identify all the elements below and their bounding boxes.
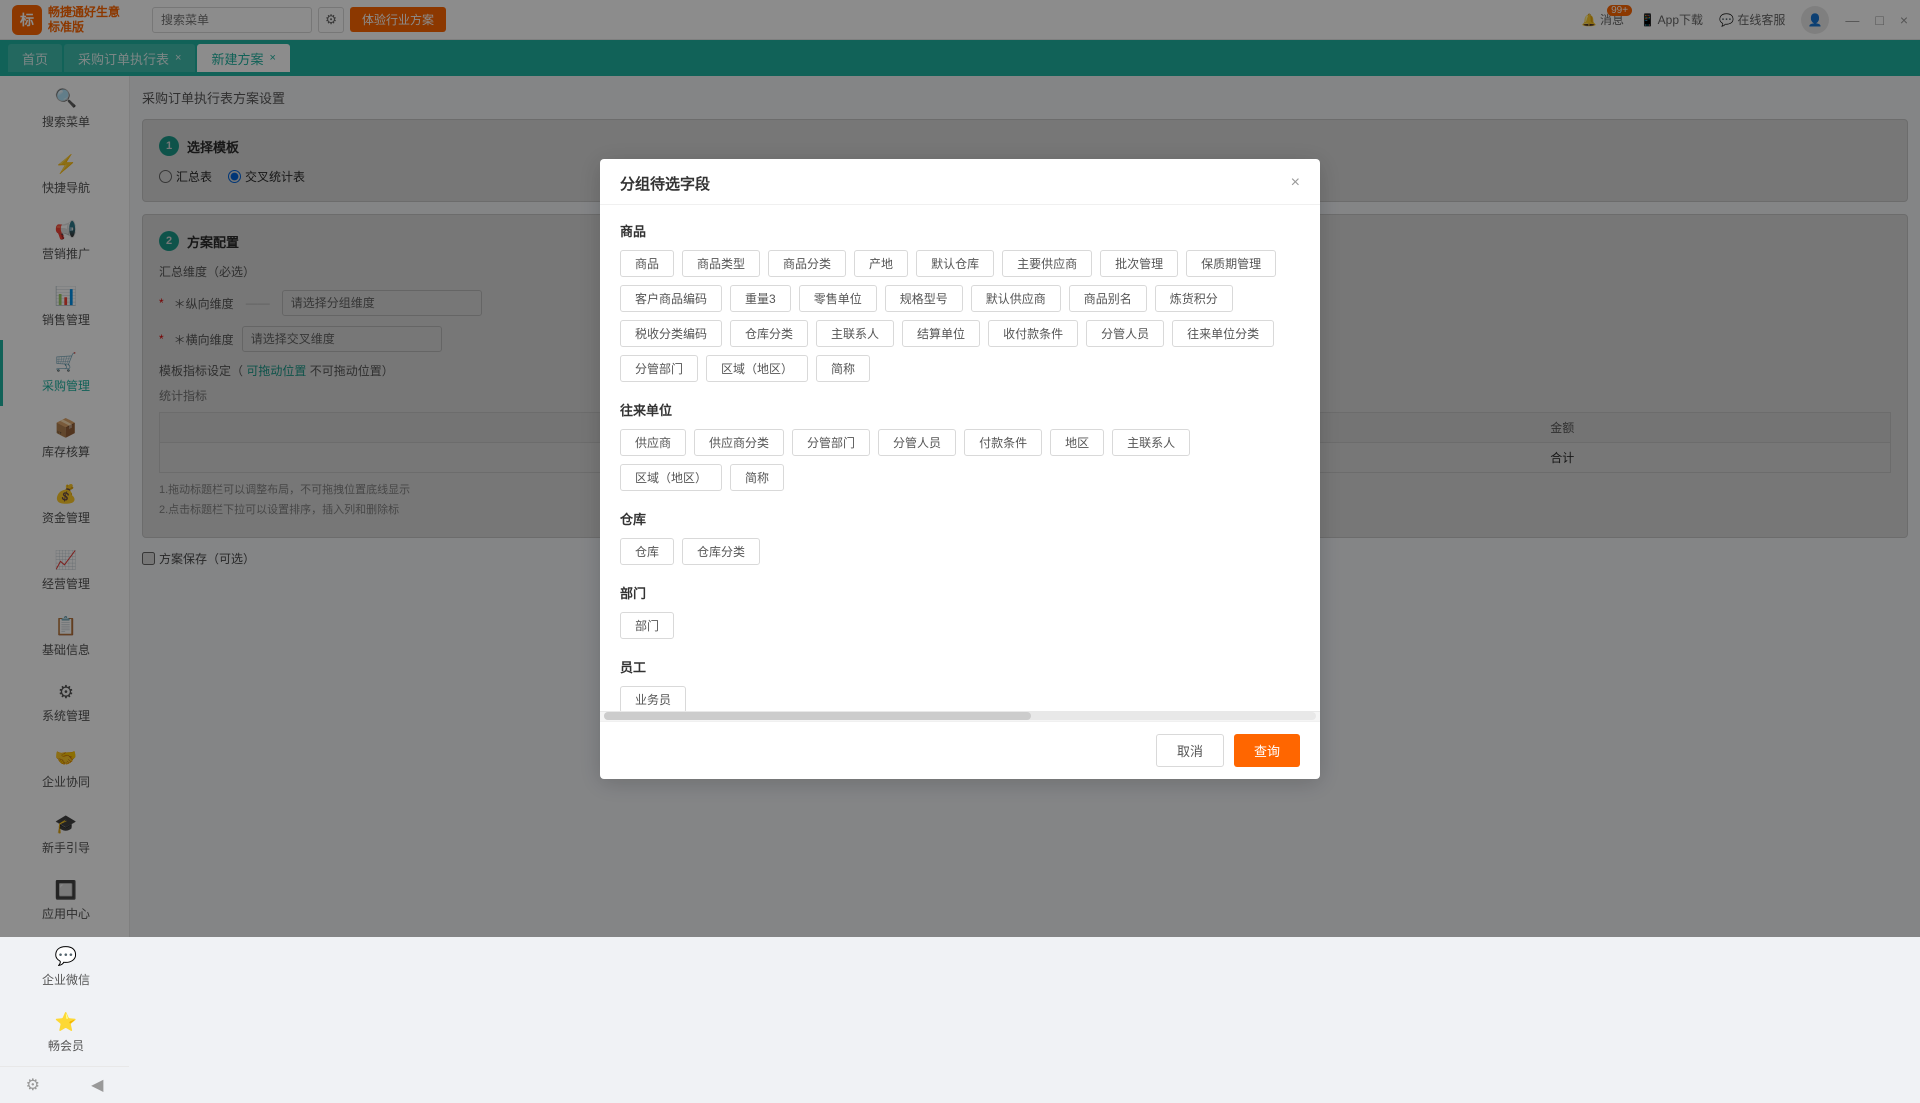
modal-cancel-button[interactable]: 取消 xyxy=(1156,734,1224,767)
hscroll-thumb[interactable] xyxy=(604,712,1031,720)
field-tag-goods-19[interactable]: 收付款条件 xyxy=(988,320,1078,347)
field-tag-goods-15[interactable]: 税收分类编码 xyxy=(620,320,722,347)
field-tag-goods-21[interactable]: 往来单位分类 xyxy=(1172,320,1274,347)
modal-confirm-button[interactable]: 查询 xyxy=(1234,734,1300,767)
field-tag-goods-23[interactable]: 区域（地区） xyxy=(706,355,808,382)
section-employee-title: 员工 xyxy=(620,657,1300,676)
section-warehouse: 仓库 仓库 仓库分类 xyxy=(620,509,1300,565)
modal-title: 分组待选字段 xyxy=(620,173,710,194)
field-tag-goods-1[interactable]: 商品类型 xyxy=(682,250,760,277)
field-tag-partner-0[interactable]: 供应商 xyxy=(620,429,686,456)
field-tag-partner-7[interactable]: 区域（地区） xyxy=(620,464,722,491)
sidebar-item-wechat[interactable]: 💬 企业微信 xyxy=(0,934,129,1000)
wechat-icon: 💬 xyxy=(55,946,77,967)
sidebar-collapse-button[interactable]: ◀ xyxy=(91,1075,103,1095)
field-select-modal: 分组待选字段 × 商品 商品 商品类型 商品分类 产地 默认仓库 主要供应商 批… xyxy=(600,159,1320,779)
section-goods: 商品 商品 商品类型 商品分类 产地 默认仓库 主要供应商 批次管理 保质期管理… xyxy=(620,221,1300,382)
goods-field-tags: 商品 商品类型 商品分类 产地 默认仓库 主要供应商 批次管理 保质期管理 客户… xyxy=(620,250,1300,382)
sidebar-item-vip[interactable]: ⭐ 畅会员 xyxy=(0,1000,129,1066)
field-tag-goods-17[interactable]: 主联系人 xyxy=(816,320,894,347)
sidebar-label-vip: 畅会员 xyxy=(48,1037,84,1054)
section-goods-title: 商品 xyxy=(620,221,1300,240)
field-tag-goods-13[interactable]: 商品别名 xyxy=(1069,285,1147,312)
field-tag-goods-5[interactable]: 主要供应商 xyxy=(1002,250,1092,277)
field-tag-partner-6[interactable]: 主联系人 xyxy=(1112,429,1190,456)
field-tag-goods-3[interactable]: 产地 xyxy=(854,250,908,277)
field-tag-goods-16[interactable]: 仓库分类 xyxy=(730,320,808,347)
modal-overlay: 分组待选字段 × 商品 商品 商品类型 商品分类 产地 默认仓库 主要供应商 批… xyxy=(0,0,1920,937)
modal-body: 商品 商品 商品类型 商品分类 产地 默认仓库 主要供应商 批次管理 保质期管理… xyxy=(600,205,1320,712)
section-warehouse-title: 仓库 xyxy=(620,509,1300,528)
field-tag-partner-1[interactable]: 供应商分类 xyxy=(694,429,784,456)
field-tag-partner-8[interactable]: 简称 xyxy=(730,464,784,491)
field-tag-goods-20[interactable]: 分管人员 xyxy=(1086,320,1164,347)
section-department: 部门 部门 xyxy=(620,583,1300,639)
field-tag-goods-14[interactable]: 炼货积分 xyxy=(1155,285,1233,312)
sidebar-settings-button[interactable]: ⚙ xyxy=(26,1075,40,1095)
section-partner-title: 往来单位 xyxy=(620,400,1300,419)
field-tag-goods-10[interactable]: 零售单位 xyxy=(799,285,877,312)
field-tag-department-0[interactable]: 部门 xyxy=(620,612,674,639)
section-department-title: 部门 xyxy=(620,583,1300,602)
employee-field-tags: 业务员 xyxy=(620,686,1300,712)
hscroll-track xyxy=(604,712,1316,720)
modal-header: 分组待选字段 × xyxy=(600,159,1320,205)
field-tag-warehouse-1[interactable]: 仓库分类 xyxy=(682,538,760,565)
field-tag-goods-8[interactable]: 客户商品编码 xyxy=(620,285,722,312)
field-tag-employee-0[interactable]: 业务员 xyxy=(620,686,686,712)
partner-field-tags: 供应商 供应商分类 分管部门 分管人员 付款条件 地区 主联系人 区域（地区） … xyxy=(620,429,1300,491)
section-partner: 往来单位 供应商 供应商分类 分管部门 分管人员 付款条件 地区 主联系人 区域… xyxy=(620,400,1300,491)
field-tag-partner-3[interactable]: 分管人员 xyxy=(878,429,956,456)
field-tag-goods-9[interactable]: 重量3 xyxy=(730,285,791,312)
field-tag-goods-0[interactable]: 商品 xyxy=(620,250,674,277)
field-tag-goods-12[interactable]: 默认供应商 xyxy=(971,285,1061,312)
field-tag-goods-6[interactable]: 批次管理 xyxy=(1100,250,1178,277)
field-tag-goods-18[interactable]: 结算单位 xyxy=(902,320,980,347)
field-tag-goods-11[interactable]: 规格型号 xyxy=(885,285,963,312)
modal-hscrollbar[interactable] xyxy=(600,711,1320,720)
field-tag-goods-24[interactable]: 简称 xyxy=(816,355,870,382)
section-employee: 员工 业务员 xyxy=(620,657,1300,712)
vip-icon: ⭐ xyxy=(55,1012,77,1033)
field-tag-partner-4[interactable]: 付款条件 xyxy=(964,429,1042,456)
modal-close-button[interactable]: × xyxy=(1291,174,1300,192)
field-tag-partner-5[interactable]: 地区 xyxy=(1050,429,1104,456)
warehouse-field-tags: 仓库 仓库分类 xyxy=(620,538,1300,565)
field-tag-partner-2[interactable]: 分管部门 xyxy=(792,429,870,456)
field-tag-warehouse-0[interactable]: 仓库 xyxy=(620,538,674,565)
department-field-tags: 部门 xyxy=(620,612,1300,639)
field-tag-goods-7[interactable]: 保质期管理 xyxy=(1186,250,1276,277)
field-tag-goods-4[interactable]: 默认仓库 xyxy=(916,250,994,277)
field-tag-goods-2[interactable]: 商品分类 xyxy=(768,250,846,277)
field-tag-goods-22[interactable]: 分管部门 xyxy=(620,355,698,382)
modal-footer: 取消 查询 xyxy=(600,721,1320,779)
sidebar-bottom: ⚙ ◀ xyxy=(0,1066,129,1103)
sidebar-label-wechat: 企业微信 xyxy=(42,971,90,988)
